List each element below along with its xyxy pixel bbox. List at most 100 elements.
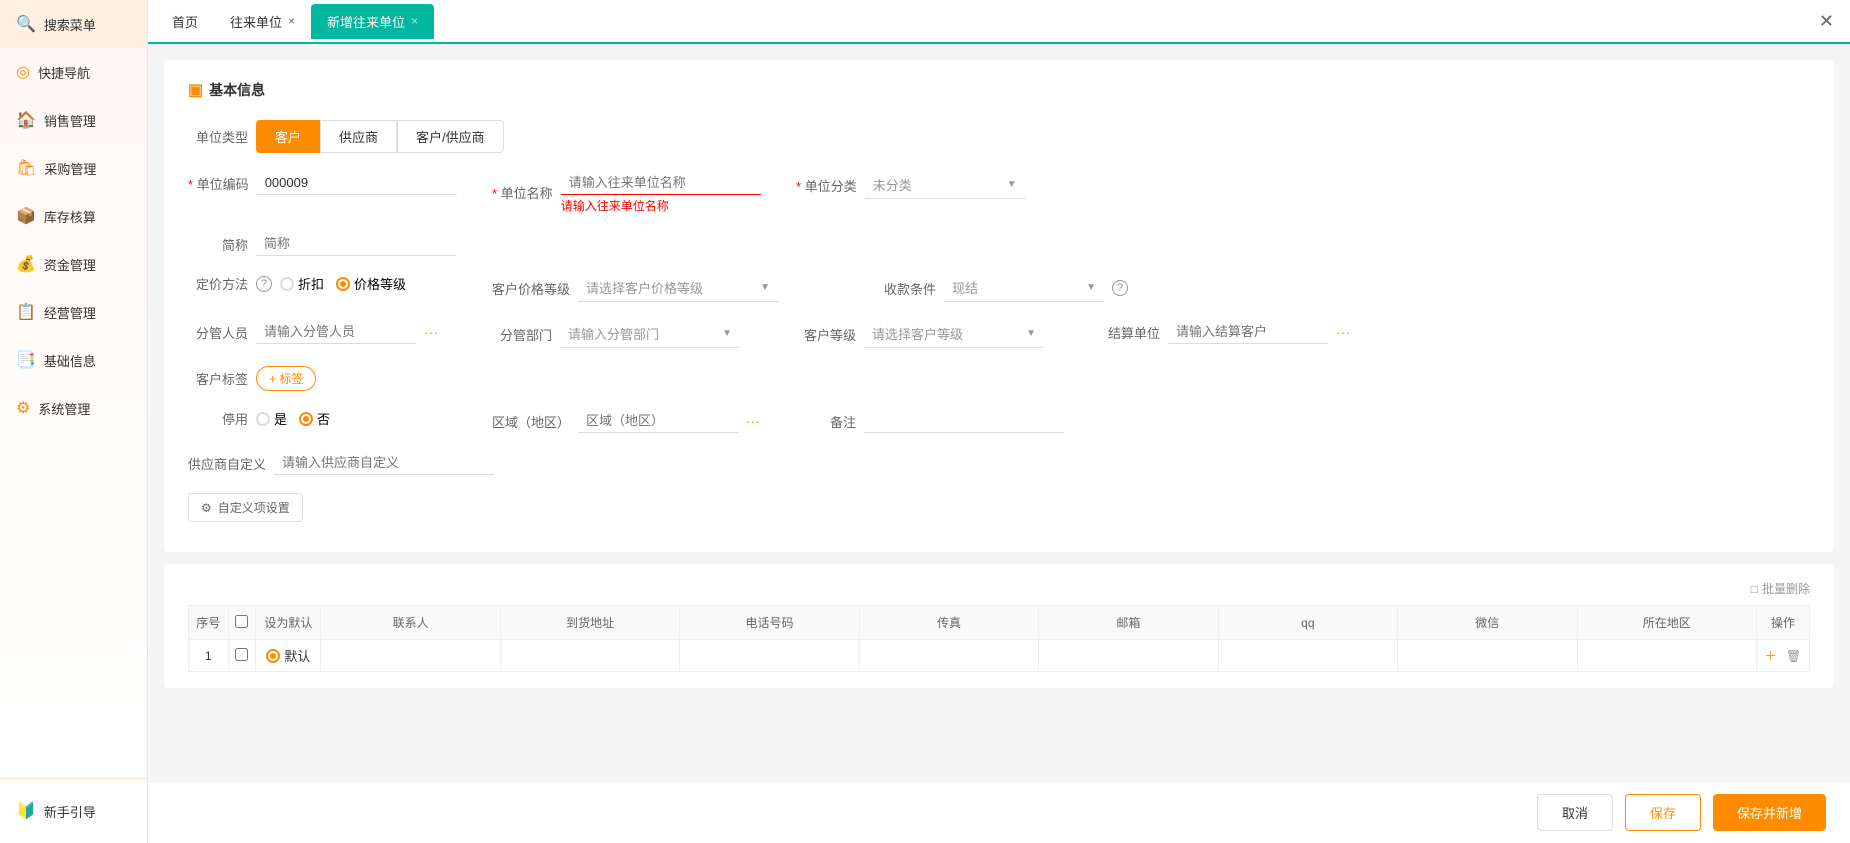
pricing-method-label: 定价方法	[188, 274, 248, 293]
unit-category-label: 单位分类	[796, 176, 857, 195]
cell-seq: 1	[189, 640, 229, 672]
col-address: 到货地址	[500, 606, 679, 640]
department-placeholder: 请输入分管部门	[568, 324, 718, 343]
contact-input[interactable]	[327, 649, 493, 663]
sidebar-item-system[interactable]: ⚙ 系统管理	[0, 384, 147, 432]
system-icon: ⚙	[16, 398, 30, 418]
sidebar-item-basic[interactable]: 📑 基础信息	[0, 336, 147, 384]
settings-btn-label: 自定义项设置	[218, 499, 290, 516]
cell-wechat[interactable]	[1398, 640, 1577, 672]
short-name-row: 简称	[188, 232, 1810, 256]
pricing-help-icon[interactable]: ?	[256, 276, 272, 292]
supervisor-more-icon[interactable]: ···	[424, 324, 438, 340]
fax-input[interactable]	[866, 649, 1032, 663]
unit-name-input[interactable]	[561, 171, 761, 195]
sidebar-item-quick-nav[interactable]: ◎ 快捷导航	[0, 48, 147, 96]
sidebar-item-label: 搜索菜单	[44, 15, 96, 34]
sales-icon: 🏠	[16, 110, 36, 130]
window-close-icon[interactable]: ✕	[1811, 11, 1842, 32]
add-tag-button[interactable]: + 标签	[256, 366, 316, 391]
row-delete-icon[interactable]: 🗑	[1786, 649, 1801, 663]
quick-nav-icon: ◎	[16, 62, 30, 82]
tab-home[interactable]: 首页	[156, 4, 214, 39]
unit-btn-customer[interactable]: 客户	[256, 120, 320, 153]
supplier-custom-input[interactable]	[274, 451, 494, 475]
section-title-text: 基本信息	[209, 80, 265, 100]
save-button[interactable]: 保存	[1625, 794, 1701, 831]
tab-new-trading-unit-close[interactable]: ×	[411, 14, 418, 28]
remarks-input[interactable]	[864, 409, 1064, 433]
cell-qq[interactable]	[1218, 640, 1397, 672]
region-input[interactable]	[578, 409, 738, 433]
unit-category-select[interactable]: 未分类 ▼	[865, 171, 1025, 199]
unit-category-group: 单位分类 未分类 ▼	[796, 171, 1076, 199]
short-name-input[interactable]	[256, 232, 456, 256]
row-checkbox[interactable]	[235, 648, 248, 661]
col-email: 邮箱	[1039, 606, 1218, 640]
settings-row: ⚙ 自定义项设置	[188, 493, 1810, 522]
sidebar-item-inventory[interactable]: 📦 库存核算	[0, 192, 147, 240]
cell-contact[interactable]	[321, 640, 500, 672]
tab-bar: 首页 往来单位 × 新增往来单位 × ✕	[148, 0, 1850, 44]
cell-actions: ＋ 🗑	[1756, 640, 1809, 672]
tab-new-trading-unit[interactable]: 新增往来单位 ×	[311, 4, 434, 39]
tab-trading-units[interactable]: 往来单位 ×	[214, 4, 311, 39]
qq-input[interactable]	[1225, 649, 1391, 663]
sidebar-item-sales[interactable]: 🏠 销售管理	[0, 96, 147, 144]
address-input[interactable]	[507, 649, 673, 663]
sidebar-item-search[interactable]: 🔍 搜索菜单	[0, 0, 147, 48]
col-fax: 传真	[859, 606, 1038, 640]
sidebar-item-operations[interactable]: 📋 经营管理	[0, 288, 147, 336]
region-more-icon[interactable]: ···	[746, 413, 760, 429]
payment-terms-help-icon[interactable]: ?	[1112, 280, 1128, 296]
batch-delete-button[interactable]: □ 批量删除	[1751, 580, 1810, 597]
main-area: 首页 往来单位 × 新增往来单位 × ✕ ▣ 基本信息 单位类型 客户	[148, 0, 1850, 843]
cell-email[interactable]	[1039, 640, 1218, 672]
radio-no[interactable]: 否	[299, 409, 330, 428]
radio-discount-circle	[280, 277, 294, 291]
wechat-input[interactable]	[1404, 649, 1570, 663]
settlement-unit-input[interactable]	[1168, 320, 1328, 344]
disabled-label: 停用	[188, 409, 248, 428]
customer-price-select[interactable]: 请选择客户价格等级 ▼	[578, 274, 778, 302]
radio-discount[interactable]: 折扣	[280, 274, 324, 293]
tab-trading-units-close[interactable]: ×	[288, 14, 295, 28]
phone-input[interactable]	[686, 649, 852, 663]
region-cell-input[interactable]	[1584, 649, 1750, 663]
customer-price-group: 客户价格等级 请选择客户价格等级 ▼	[492, 274, 852, 302]
radio-yes-label: 是	[274, 409, 287, 428]
cell-checkbox	[228, 640, 256, 672]
sidebar-item-newbie[interactable]: 🔰 新手引导	[0, 787, 147, 835]
settings-button[interactable]: ⚙ 自定义项设置	[188, 493, 303, 522]
email-input[interactable]	[1045, 649, 1211, 663]
radio-yes[interactable]: 是	[256, 409, 287, 428]
radio-discount-label: 折扣	[298, 274, 324, 293]
cell-address[interactable]	[500, 640, 679, 672]
col-qq: qq	[1218, 606, 1397, 640]
cell-region[interactable]	[1577, 640, 1756, 672]
form-content: ▣ 基本信息 单位类型 客户 供应商 客户/供应商 单位编码	[148, 44, 1850, 781]
settlement-unit-more-icon[interactable]: ···	[1336, 324, 1350, 340]
cell-phone[interactable]	[680, 640, 859, 672]
unit-btn-supplier[interactable]: 供应商	[320, 120, 397, 153]
sidebar-item-finance[interactable]: 💰 资金管理	[0, 240, 147, 288]
radio-price-level[interactable]: 价格等级	[336, 274, 406, 293]
newbie-icon: 🔰	[16, 801, 36, 821]
supervisor-input[interactable]	[256, 320, 416, 344]
cell-fax[interactable]	[859, 640, 1038, 672]
save-and-new-button[interactable]: 保存并新增	[1713, 794, 1826, 831]
unit-code-input[interactable]	[257, 171, 457, 195]
sidebar-item-purchase[interactable]: 🛍 采购管理	[0, 144, 147, 192]
unit-type-row: 单位类型 客户 供应商 客户/供应商	[188, 120, 1810, 153]
table-header-actions: □ 批量删除	[188, 580, 1810, 597]
select-all-checkbox[interactable]	[235, 615, 248, 628]
default-radio[interactable]: 默认	[262, 646, 314, 665]
unit-btn-both[interactable]: 客户/供应商	[397, 120, 504, 153]
customer-level-select[interactable]: 请选择客户等级 ▼	[864, 320, 1044, 348]
department-select[interactable]: 请输入分管部门 ▼	[560, 320, 740, 348]
radio-yes-circle	[256, 412, 270, 426]
customer-level-group: 客户等级 请选择客户等级 ▼	[796, 320, 1076, 348]
cancel-button[interactable]: 取消	[1537, 794, 1613, 831]
payment-terms-select[interactable]: 现结 ▼	[944, 274, 1104, 302]
row-add-icon[interactable]: ＋	[1765, 649, 1777, 663]
